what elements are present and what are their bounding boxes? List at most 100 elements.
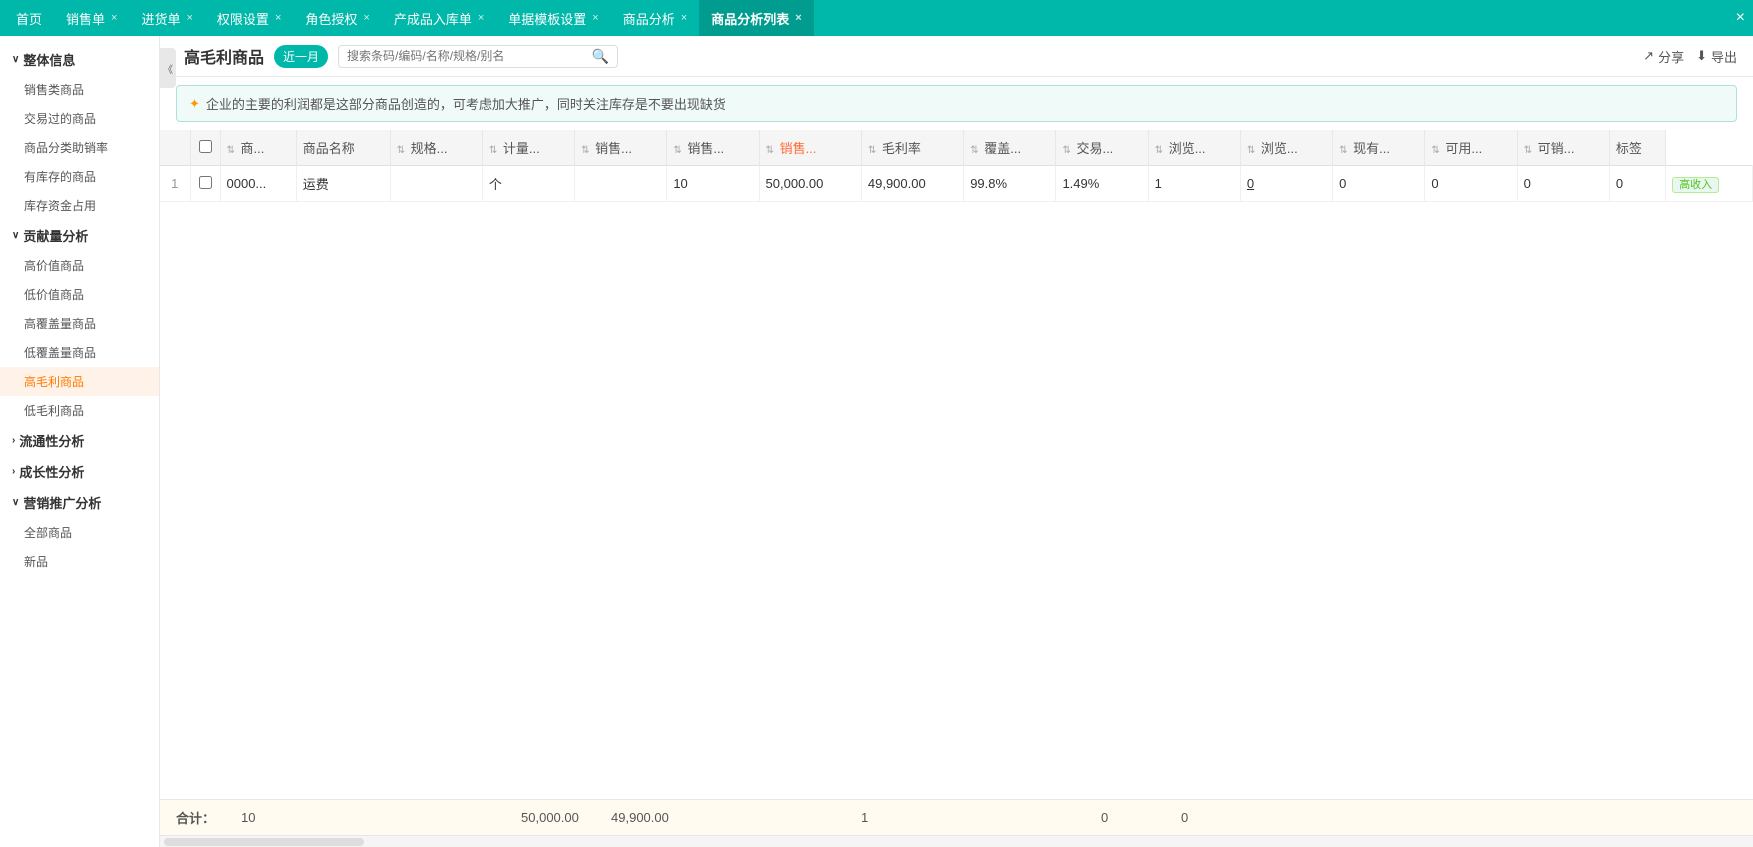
cell-checkbox[interactable]: [190, 166, 220, 202]
sidebar-item-high-margin[interactable]: 高毛利商品: [0, 367, 159, 396]
nav-goods-analysis-list[interactable]: 商品分析列表 ×: [699, 0, 813, 36]
footer-sales-amt: 50,000.00: [515, 810, 605, 825]
col-sales-amt[interactable]: ⇅ 销售...: [667, 130, 759, 166]
cell-tag: 高收入: [1666, 166, 1753, 202]
sidebar-group-overall[interactable]: ∨ 整体信息: [0, 44, 159, 75]
table-row: 1 0000... 运费 个 10 50,000.00 49,900.00 99…: [160, 166, 1753, 202]
col-spec[interactable]: ⇅ 规格...: [390, 130, 482, 166]
sidebar-item-low-coverage[interactable]: 低覆盖量商品: [0, 338, 159, 367]
col-salable-stock[interactable]: ⇅ 可销...: [1517, 130, 1609, 166]
sidebar-item-stock-capital[interactable]: 库存资金占用: [0, 191, 159, 220]
sort-icon-transactions: ⇅: [1062, 145, 1070, 156]
col-unit[interactable]: ⇅ 计量...: [482, 130, 574, 166]
nav-permission-close[interactable]: ×: [275, 12, 281, 24]
sidebar-group-growth[interactable]: › 成长性分析: [0, 456, 159, 487]
export-icon: ⬇: [1696, 48, 1707, 64]
select-all-checkbox[interactable]: [199, 140, 212, 153]
nav-home[interactable]: 首页: [4, 0, 54, 36]
nav-goods-analysis-close[interactable]: ×: [681, 12, 687, 24]
cell-name: 运费: [296, 166, 390, 202]
col-index: [160, 130, 190, 166]
cell-gross-rate: 99.8%: [964, 166, 1056, 202]
nav-sales[interactable]: 销售单 ×: [54, 0, 129, 36]
nav-close-all[interactable]: ×: [1736, 9, 1745, 27]
nav-goods-analysis[interactable]: 商品分析 ×: [611, 0, 699, 36]
footer-browse2: [1015, 810, 1095, 825]
footer-empty2: [775, 810, 855, 825]
scroll-bar-area[interactable]: [160, 835, 1753, 847]
info-bar: ✦ 企业的主要的利润都是这部分商品创造的，可考虑加大推广，同时关注库存是不要出现…: [176, 85, 1737, 122]
arrow-overall: ∨: [12, 54, 19, 65]
footer-bar: 合计： 10 50,000.00 49,900.00 1 0 0: [160, 799, 1753, 835]
header-actions: ↗ 分享 ⬇ 导出: [1643, 47, 1737, 66]
cell-sales-qty2: [575, 166, 667, 202]
nav-sales-close[interactable]: ×: [111, 12, 117, 24]
sidebar-item-all-goods[interactable]: 全部商品: [0, 518, 159, 547]
col-current-stock[interactable]: ⇅ 现有...: [1333, 130, 1425, 166]
sidebar-item-sales-goods[interactable]: 销售类商品: [0, 75, 159, 104]
time-filter-recent-month[interactable]: 近一月: [274, 45, 328, 68]
col-sales-cost[interactable]: ⇅ 销售...: [759, 130, 861, 166]
col-browse-rate[interactable]: ⇅ 浏览...: [1240, 130, 1332, 166]
sort-icon-coverage: ⇅: [970, 145, 978, 156]
row-checkbox[interactable]: [199, 176, 212, 189]
sidebar-item-category-rate[interactable]: 商品分类助销率: [0, 133, 159, 162]
nav-purchase[interactable]: 进货单 ×: [129, 0, 204, 36]
cell-sales-amt: 50,000.00: [759, 166, 861, 202]
share-icon: ↗: [1643, 48, 1654, 64]
cell-code: 0000...: [220, 166, 296, 202]
nav-product-in[interactable]: 产成品入库单 ×: [382, 0, 496, 36]
top-nav: 首页 销售单 × 进货单 × 权限设置 × 角色授权 × 产成品入库单 × 单据…: [0, 0, 1753, 36]
sidebar-collapse-btn[interactable]: 《: [160, 48, 176, 88]
cell-sales-cost: 49,900.00: [861, 166, 963, 202]
tag-badge: 高收入: [1672, 177, 1719, 193]
col-browse-num[interactable]: ⇅ 浏览...: [1148, 130, 1240, 166]
col-available-stock[interactable]: ⇅ 可用...: [1425, 130, 1517, 166]
sort-icon-available-stock: ⇅: [1431, 145, 1439, 156]
main-layout: ∨ 整体信息 销售类商品 交易过的商品 商品分类助销率 有库存的商品 库存资金占…: [0, 36, 1753, 847]
export-button[interactable]: ⬇ 导出: [1696, 47, 1737, 66]
arrow-growth: ›: [12, 466, 15, 477]
page-title: 高毛利商品: [184, 44, 264, 68]
sidebar-item-traded-goods[interactable]: 交易过的商品: [0, 104, 159, 133]
sort-icon-sales-amt: ⇅: [673, 145, 681, 156]
sidebar-item-new-goods[interactable]: 新品: [0, 547, 159, 576]
nav-template[interactable]: 单据模板设置 ×: [496, 0, 610, 36]
nav-permission[interactable]: 权限设置 ×: [205, 0, 293, 36]
footer-cells: 10 50,000.00 49,900.00 1 0 0: [235, 810, 1737, 825]
col-tag[interactable]: 标签: [1609, 130, 1665, 166]
search-box[interactable]: 🔍: [338, 45, 618, 68]
table-container: ⇅ 商... 商品名称 ⇅ 规格... ⇅ 计量...: [160, 130, 1753, 799]
sidebar-group-liquidity[interactable]: › 流通性分析: [0, 425, 159, 456]
sort-icon-unit: ⇅: [489, 145, 497, 156]
nav-role[interactable]: 角色授权 ×: [293, 0, 381, 36]
sidebar-item-in-stock[interactable]: 有库存的商品: [0, 162, 159, 191]
nav-role-close[interactable]: ×: [363, 12, 369, 24]
col-name[interactable]: 商品名称: [296, 130, 390, 166]
col-coverage[interactable]: ⇅ 覆盖...: [964, 130, 1056, 166]
nav-product-in-close[interactable]: ×: [478, 12, 484, 24]
col-code[interactable]: ⇅ 商...: [220, 130, 296, 166]
sidebar-group-marketing[interactable]: ∨ 营销推广分析: [0, 487, 159, 518]
search-icon[interactable]: 🔍: [592, 48, 609, 65]
share-button[interactable]: ↗ 分享: [1643, 47, 1684, 66]
sidebar-group-contribution[interactable]: ∨ 贡献量分析: [0, 220, 159, 251]
col-gross-rate[interactable]: ⇅ 毛利率: [861, 130, 963, 166]
col-transactions[interactable]: ⇅ 交易...: [1056, 130, 1148, 166]
sidebar-item-high-value[interactable]: 高价值商品: [0, 251, 159, 280]
footer-total-label: 合计：: [176, 808, 215, 827]
sidebar-item-high-coverage[interactable]: 高覆盖量商品: [0, 309, 159, 338]
arrow-liquidity: ›: [12, 435, 15, 446]
sidebar-item-low-value[interactable]: 低价值商品: [0, 280, 159, 309]
sidebar-item-low-margin[interactable]: 低毛利商品: [0, 396, 159, 425]
scroll-inner[interactable]: [164, 838, 364, 846]
nav-goods-analysis-list-close[interactable]: ×: [795, 12, 801, 24]
sort-icon-salable-stock: ⇅: [1524, 145, 1532, 156]
nav-template-close[interactable]: ×: [592, 12, 598, 24]
content-area: 《 高毛利商品 近一月 🔍 ↗ 分享 ⬇ 导出 ✦ 企: [160, 36, 1753, 847]
cell-browse-num[interactable]: 0: [1240, 166, 1332, 202]
search-input[interactable]: [347, 49, 592, 63]
col-sales-qty[interactable]: ⇅ 销售...: [575, 130, 667, 166]
cell-spec: [390, 166, 482, 202]
nav-purchase-close[interactable]: ×: [186, 12, 192, 24]
